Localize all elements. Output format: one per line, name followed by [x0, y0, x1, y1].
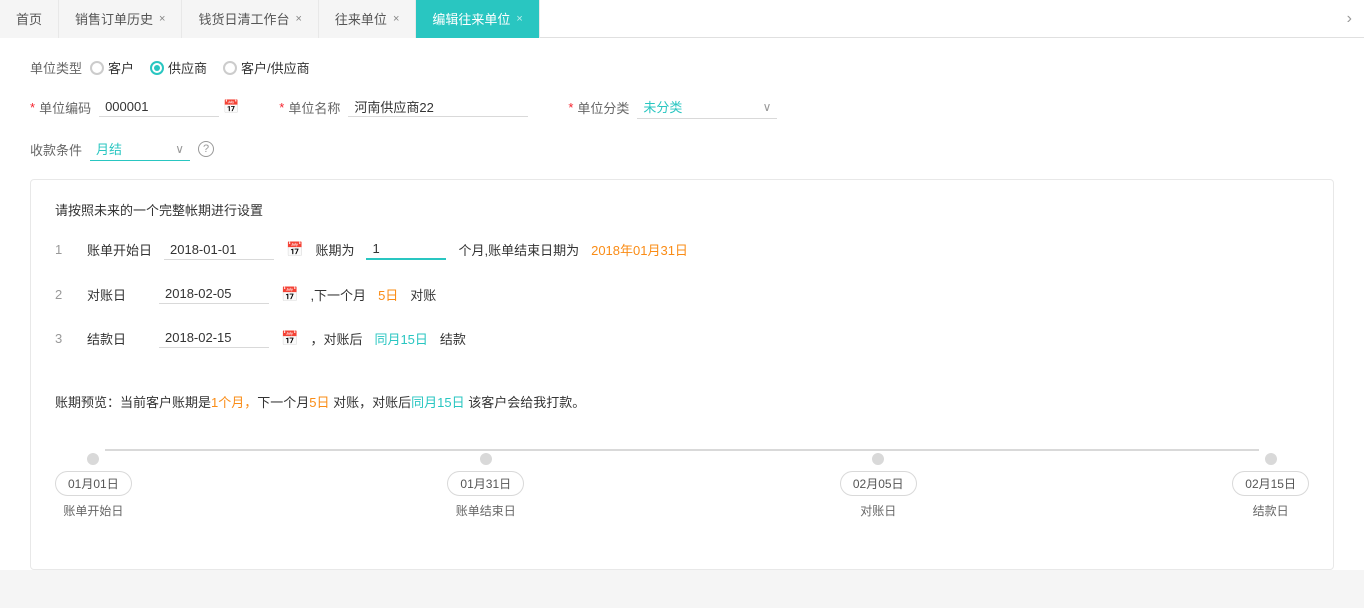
unit-category-label: 单位分类 — [577, 98, 629, 117]
unit-name-group: * 单位名称 — [279, 97, 528, 117]
calendar-icon-payment[interactable]: 📅 — [281, 330, 298, 347]
unit-name-label: 单位名称 — [288, 98, 340, 117]
preview-month: 1个月， — [211, 395, 257, 410]
close-edit-partner-icon[interactable]: × — [516, 13, 522, 25]
close-partners-icon[interactable]: × — [393, 13, 399, 25]
payment-condition-select[interactable]: 月结 ∨ — [90, 137, 190, 161]
start-date-input[interactable] — [164, 240, 274, 260]
payment-date-input[interactable] — [159, 328, 269, 348]
timeline-points: 01月01日 账单开始日 01月31日 账单结束日 02月05日 对账日 — [55, 441, 1309, 519]
tabs-arrow-icon[interactable]: › — [1335, 10, 1364, 28]
payment-date-label: 结款日 — [87, 329, 147, 348]
unit-category-value: 未分类 — [643, 97, 758, 116]
period-input[interactable] — [366, 239, 446, 260]
timeline: 01月01日 账单开始日 01月31日 账单结束日 02月05日 对账日 — [55, 431, 1309, 539]
settings-box: 请按照未来的一个完整帐期进行设置 1 账单开始日 📅 账期为 个月,账单结束日期… — [30, 179, 1334, 570]
radio-customer[interactable]: 客户 — [90, 58, 134, 77]
row-num-2: 2 — [55, 287, 75, 302]
payment-prefix: ，对账后 — [310, 329, 362, 348]
close-sales-history-icon[interactable]: × — [159, 13, 165, 25]
unit-category-group: * 单位分类 未分类 ∨ — [568, 95, 777, 119]
preview-text: 账期预览：当前客户账期是1个月，下一个月5日 对账，对账后同月15日 该客户会给… — [55, 392, 1309, 411]
tab-edit-partner[interactable]: 编辑往来单位 × — [416, 0, 539, 38]
timeline-dot-2 — [872, 453, 884, 465]
preview-reconcile-suffix: 对账，对账后 — [330, 395, 412, 410]
radio-customer-supplier-circle — [223, 61, 237, 75]
timeline-bubble-2: 02月05日 — [840, 471, 917, 496]
payment-condition-chevron-icon: ∨ — [175, 142, 184, 156]
preview-prefix: 账期预览：当前客户账期是 — [55, 395, 211, 410]
radio-supplier[interactable]: 供应商 — [150, 58, 207, 77]
start-date-label: 账单开始日 — [87, 240, 152, 259]
preview-reconcile-day: 5日 — [309, 395, 329, 410]
tab-cash-workbench[interactable]: 钱货日清工作台 × — [182, 0, 318, 38]
unit-name-input[interactable] — [348, 97, 528, 117]
unit-info-row: * 单位编码 📅 * 单位名称 * 单位分类 未分类 ∨ — [30, 95, 1334, 119]
radio-supplier-circle — [150, 61, 164, 75]
timeline-point-1: 01月31日 账单结束日 — [447, 441, 524, 519]
unit-code-label: 单位编码 — [39, 98, 91, 117]
tab-partners[interactable]: 往来单位 × — [319, 0, 416, 38]
preview-suffix: 该客户会给我打款。 — [465, 395, 586, 410]
period-label: 账期为 — [315, 240, 354, 259]
unit-code-group: * 单位编码 📅 — [30, 97, 239, 117]
reconcile-date-input[interactable] — [159, 284, 269, 304]
settings-row-3: 3 结款日 📅 ，对账后同月15日结款 — [55, 328, 1309, 348]
payment-condition-label: 收款条件 — [30, 140, 82, 159]
preview-reconcile-prefix: 下一个月 — [257, 395, 309, 410]
payment-suffix: 结款 — [440, 329, 466, 348]
end-date-highlight: 2018年01月31日 — [591, 240, 688, 259]
calendar-icon-code[interactable]: 📅 — [223, 99, 239, 115]
timeline-bubble-1: 01月31日 — [447, 471, 524, 496]
tab-sales-history[interactable]: 销售订单历史 × — [59, 0, 182, 38]
unit-type-label: 单位类型 — [30, 58, 82, 77]
tab-home[interactable]: 首页 — [0, 0, 59, 38]
row-num-1: 1 — [55, 242, 75, 257]
payment-day-highlight: 同月15日 — [374, 329, 427, 348]
period-suffix: 个月,账单结束日期为 — [458, 240, 579, 259]
timeline-point-2: 02月05日 对账日 — [840, 441, 917, 519]
timeline-label-2: 对账日 — [860, 502, 896, 519]
help-icon[interactable]: ? — [198, 141, 214, 157]
tabs-bar: 首页 销售订单历史 × 钱货日清工作台 × 往来单位 × 编辑往来单位 × › — [0, 0, 1364, 38]
timeline-bubble-0: 01月01日 — [55, 471, 132, 496]
timeline-dot-3 — [1265, 453, 1277, 465]
calendar-icon-reconcile[interactable]: 📅 — [281, 286, 298, 303]
calendar-icon-start[interactable]: 📅 — [286, 241, 303, 258]
timeline-label-1: 账单结束日 — [456, 502, 516, 519]
unit-type-row: 单位类型 客户 供应商 客户/供应商 — [30, 58, 1334, 77]
timeline-label-0: 账单开始日 — [63, 502, 123, 519]
timeline-point-3: 02月15日 结款日 — [1232, 441, 1309, 519]
unit-code-input[interactable] — [99, 97, 219, 117]
settings-row-2: 2 对账日 📅 ,下一个月 5日对账 — [55, 284, 1309, 304]
timeline-point-0: 01月01日 账单开始日 — [55, 441, 132, 519]
unit-type-radio-group: 客户 供应商 客户/供应商 — [90, 58, 310, 77]
timeline-bubble-3: 02月15日 — [1232, 471, 1309, 496]
payment-condition-row: 收款条件 月结 ∨ ? — [30, 137, 1334, 161]
unit-category-select[interactable]: 未分类 ∨ — [637, 95, 777, 119]
preview-section: 账期预览：当前客户账期是1个月，下一个月5日 对账，对账后同月15日 该客户会给… — [55, 372, 1309, 549]
reconcile-prefix: ,下一个月 — [310, 285, 366, 304]
payment-condition-value: 月结 — [96, 139, 171, 158]
box-title: 请按照未来的一个完整帐期进行设置 — [55, 200, 1309, 219]
settings-row-1: 1 账单开始日 📅 账期为 个月,账单结束日期为 2018年01月31日 — [55, 239, 1309, 260]
main-content: 单位类型 客户 供应商 客户/供应商 * 单位编码 📅 * 单位名称 — [0, 38, 1364, 570]
reconcile-suffix: 对账 — [410, 285, 436, 304]
radio-customer-circle — [90, 61, 104, 75]
close-cash-workbench-icon[interactable]: × — [295, 13, 301, 25]
reconcile-date-label: 对账日 — [87, 285, 147, 304]
timeline-dot-1 — [480, 453, 492, 465]
radio-customer-supplier[interactable]: 客户/供应商 — [223, 58, 310, 77]
reconcile-day-highlight: 5日 — [378, 285, 398, 304]
timeline-dot-0 — [87, 453, 99, 465]
timeline-label-3: 结款日 — [1253, 502, 1289, 519]
unit-category-chevron-icon: ∨ — [763, 100, 772, 114]
preview-payment-highlight: 同月15日 — [411, 395, 464, 410]
row-num-3: 3 — [55, 331, 75, 346]
